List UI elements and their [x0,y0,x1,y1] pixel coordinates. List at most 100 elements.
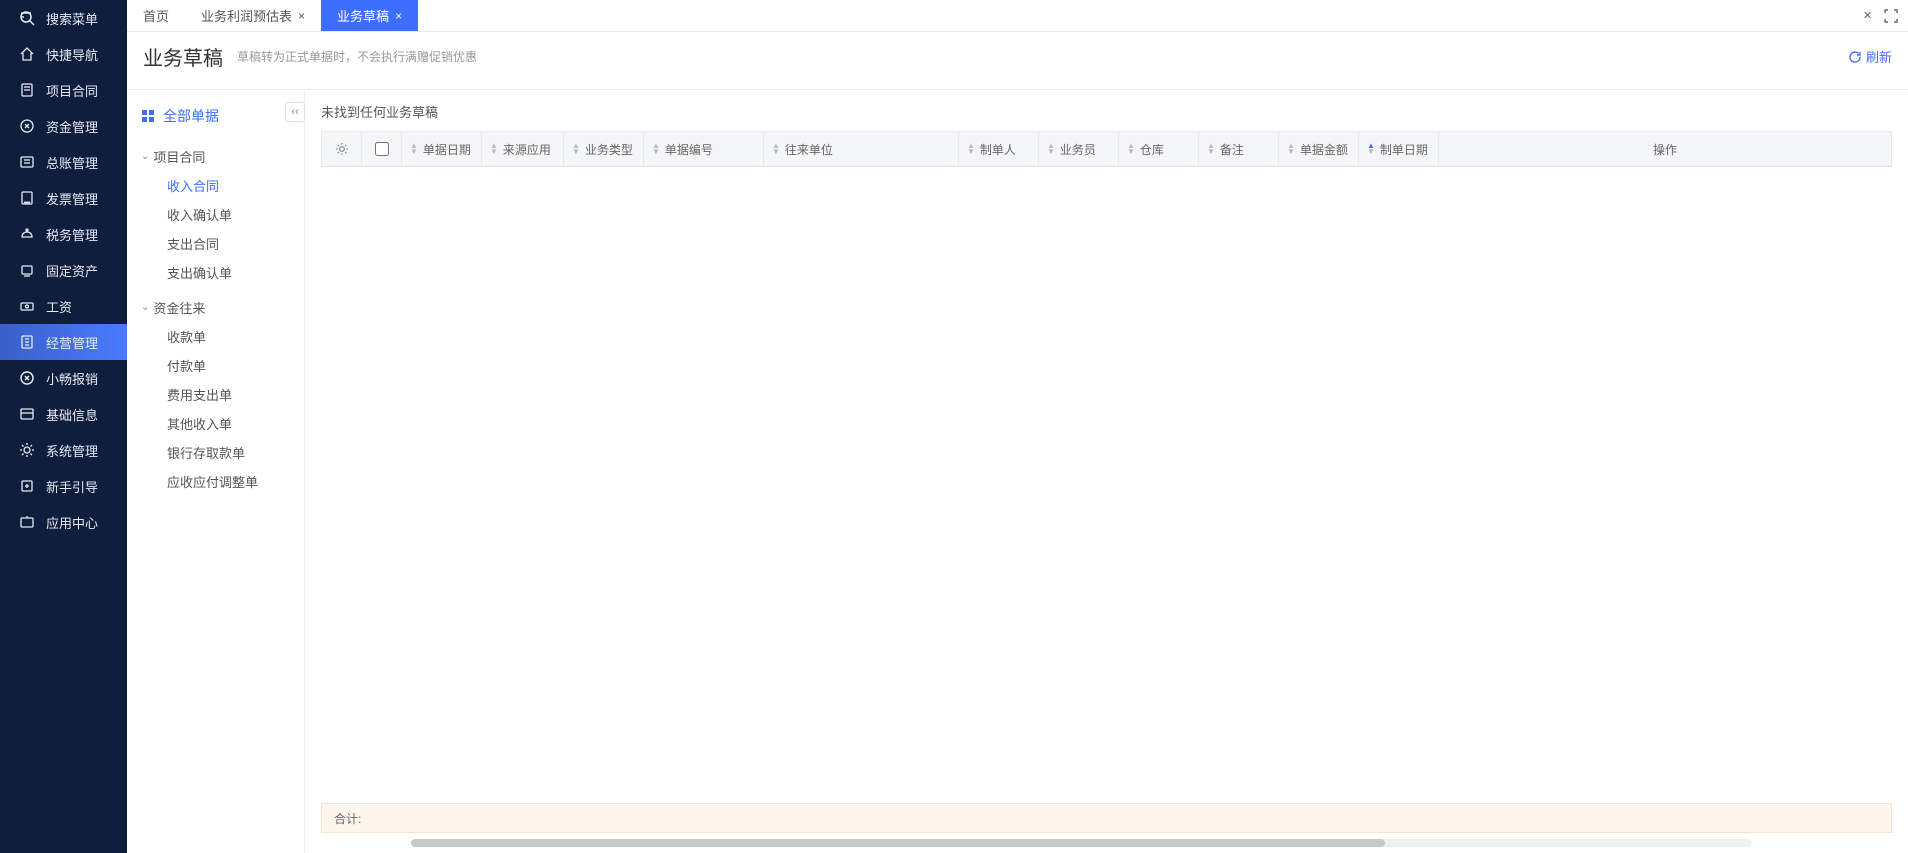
tree-leaf-expense-contract[interactable]: 支出合同 [127,229,304,258]
tree-leaf-receipt[interactable]: 收款单 [127,322,304,351]
table-body [319,167,1894,803]
sidebar-label: 搜索菜单 [46,9,98,28]
th-checkbox[interactable] [362,132,402,166]
guide-icon [18,477,36,495]
tree-title-label: 全部单据 [163,106,219,126]
th-createdate[interactable]: ▲▼制单日期 [1359,132,1439,166]
page-title: 业务草稿 [143,42,223,71]
sidebar-item-business[interactable]: 经营管理 [0,324,127,360]
tree-leaf-payment[interactable]: 付款单 [127,351,304,380]
th-biztype[interactable]: ▲▼业务类型 [564,132,644,166]
sidebar-item-fund[interactable]: 资金管理 [0,108,127,144]
th-partner[interactable]: ▲▼往来单位 [764,132,959,166]
contract-icon [18,81,36,99]
th-ops: 操作 [1439,132,1891,166]
th-docno[interactable]: ▲▼单据编号 [644,132,764,166]
sort-icon: ▲▼ [1207,143,1215,155]
refresh-button[interactable]: 刷新 [1848,47,1892,66]
refresh-icon [1848,50,1862,64]
sort-icon: ▲▼ [1047,143,1055,155]
scroll-thumb[interactable] [411,839,1385,847]
close-icon[interactable]: × [395,9,402,23]
th-sales[interactable]: ▲▼业务员 [1039,132,1119,166]
sidebar-item-contract[interactable]: 项目合同 [0,72,127,108]
sidebar-label: 工资 [46,297,72,316]
sidebar-label: 小畅报销 [46,369,98,388]
business-icon [18,333,36,351]
tree-group-header[interactable]: ⌄ 项目合同 [127,142,304,171]
sidebar-label: 基础信息 [46,405,98,424]
page-header: 业务草稿 草稿转为正式单据时，不会执行满赠促销优惠 刷新 [127,32,1908,90]
apps-icon [18,513,36,531]
tree-leaf-ar-ap-adjust[interactable]: 应收应付调整单 [127,467,304,496]
table-area: 未找到任何业务草稿 ▲▼单据日期 ▲▼来源应用 ▲▼业务类型 ▲▼单据编号 [305,90,1908,853]
th-source[interactable]: ▲▼来源应用 [482,132,564,166]
page-subtitle: 草稿转为正式单据时，不会执行满赠促销优惠 [237,48,477,65]
tree-leaf-bank-transfer[interactable]: 银行存取款单 [127,438,304,467]
main-sidebar: 搜索菜单 快捷导航 项目合同 资金管理 总账管理 发票管理 税务管理 固定资产 [0,0,127,853]
th-warehouse[interactable]: ▲▼仓库 [1119,132,1199,166]
sidebar-item-salary[interactable]: 工资 [0,288,127,324]
sidebar-item-quicknav[interactable]: 快捷导航 [0,36,127,72]
th-amount[interactable]: ▲▼单据金额 [1279,132,1359,166]
sidebar-label: 总账管理 [46,153,98,172]
tab-bar: 首页 业务利润预估表 × 业务草稿 × × [127,0,1908,32]
invoice-icon [18,189,36,207]
collapse-tree-button[interactable]: ‹‹ [285,102,305,122]
th-remark[interactable]: ▲▼备注 [1199,132,1279,166]
tree-leaf-income-confirm[interactable]: 收入确认单 [127,200,304,229]
th-date[interactable]: ▲▼单据日期 [402,132,482,166]
sidebar-item-asset[interactable]: 固定资产 [0,252,127,288]
fullscreen-icon[interactable] [1884,9,1898,23]
refresh-label: 刷新 [1866,47,1892,66]
tab-label: 首页 [143,6,169,25]
th-creator[interactable]: ▲▼制单人 [959,132,1039,166]
select-all-checkbox[interactable] [375,142,389,156]
sidebar-item-base[interactable]: 基础信息 [0,396,127,432]
tax-icon [18,225,36,243]
sidebar-item-guide[interactable]: 新手引导 [0,468,127,504]
sidebar-item-invoice[interactable]: 发票管理 [0,180,127,216]
sort-icon: ▲▼ [490,143,498,155]
tree-leaf-other-income[interactable]: 其他收入单 [127,409,304,438]
sidebar-label: 资金管理 [46,117,98,136]
sidebar-item-reimburse[interactable]: 小畅报销 [0,360,127,396]
grid-icon [141,109,155,123]
sidebar-item-ledger[interactable]: 总账管理 [0,144,127,180]
sidebar-item-system[interactable]: 系统管理 [0,432,127,468]
category-tree-panel: 全部单据 ‹‹ ⌄ 项目合同 收入合同 收入确认单 支出合同 支出确认单 [127,90,305,853]
sidebar-label: 经营管理 [46,333,98,352]
tree-all-docs[interactable]: 全部单据 [127,100,304,136]
tree-leaf-expense[interactable]: 费用支出单 [127,380,304,409]
salary-icon [18,297,36,315]
tree-leaf-expense-confirm[interactable]: 支出确认单 [127,258,304,287]
content-row: 全部单据 ‹‹ ⌄ 项目合同 收入合同 收入确认单 支出合同 支出确认单 [127,90,1908,853]
tree-group-label: 项目合同 [153,147,205,166]
sidebar-label: 税务管理 [46,225,98,244]
tab-profit-estimate[interactable]: 业务利润预估表 × [185,0,321,31]
sidebar-item-apps[interactable]: 应用中心 [0,504,127,540]
sidebar-label: 固定资产 [46,261,98,280]
sidebar-item-tax[interactable]: 税务管理 [0,216,127,252]
sidebar-label: 发票管理 [46,189,98,208]
empty-message: 未找到任何业务草稿 [319,100,1894,131]
tree-group-funds: ⌄ 资金往来 收款单 付款单 费用支出单 其他收入单 银行存取款单 应收应付调整… [127,293,304,496]
th-settings[interactable] [322,132,362,166]
total-row: 合计: [321,803,1892,833]
base-icon [18,405,36,423]
main-area: 首页 业务利润预估表 × 业务草稿 × × 业务草稿 草稿转为正式单据时，不会执… [127,0,1908,853]
tree-leaf-income-contract[interactable]: 收入合同 [127,171,304,200]
table-header-row: ▲▼单据日期 ▲▼来源应用 ▲▼业务类型 ▲▼单据编号 ▲▼往来单位 ▲▼制单人… [321,131,1892,167]
tree-group-header[interactable]: ⌄ 资金往来 [127,293,304,322]
tab-business-draft[interactable]: 业务草稿 × [321,0,418,31]
sort-icon: ▲▼ [772,143,780,155]
sidebar-item-search[interactable]: 搜索菜单 [0,0,127,36]
horizontal-scrollbar[interactable] [321,837,1892,849]
reimburse-icon [18,369,36,387]
tabbar-close-icon[interactable]: × [1863,7,1872,24]
chevron-left-icon: ‹‹ [291,106,298,118]
tab-home[interactable]: 首页 [127,0,185,31]
close-icon[interactable]: × [298,9,305,23]
table-wrapper: ▲▼单据日期 ▲▼来源应用 ▲▼业务类型 ▲▼单据编号 ▲▼往来单位 ▲▼制单人… [319,131,1894,853]
sort-icon: ▲▼ [1127,143,1135,155]
